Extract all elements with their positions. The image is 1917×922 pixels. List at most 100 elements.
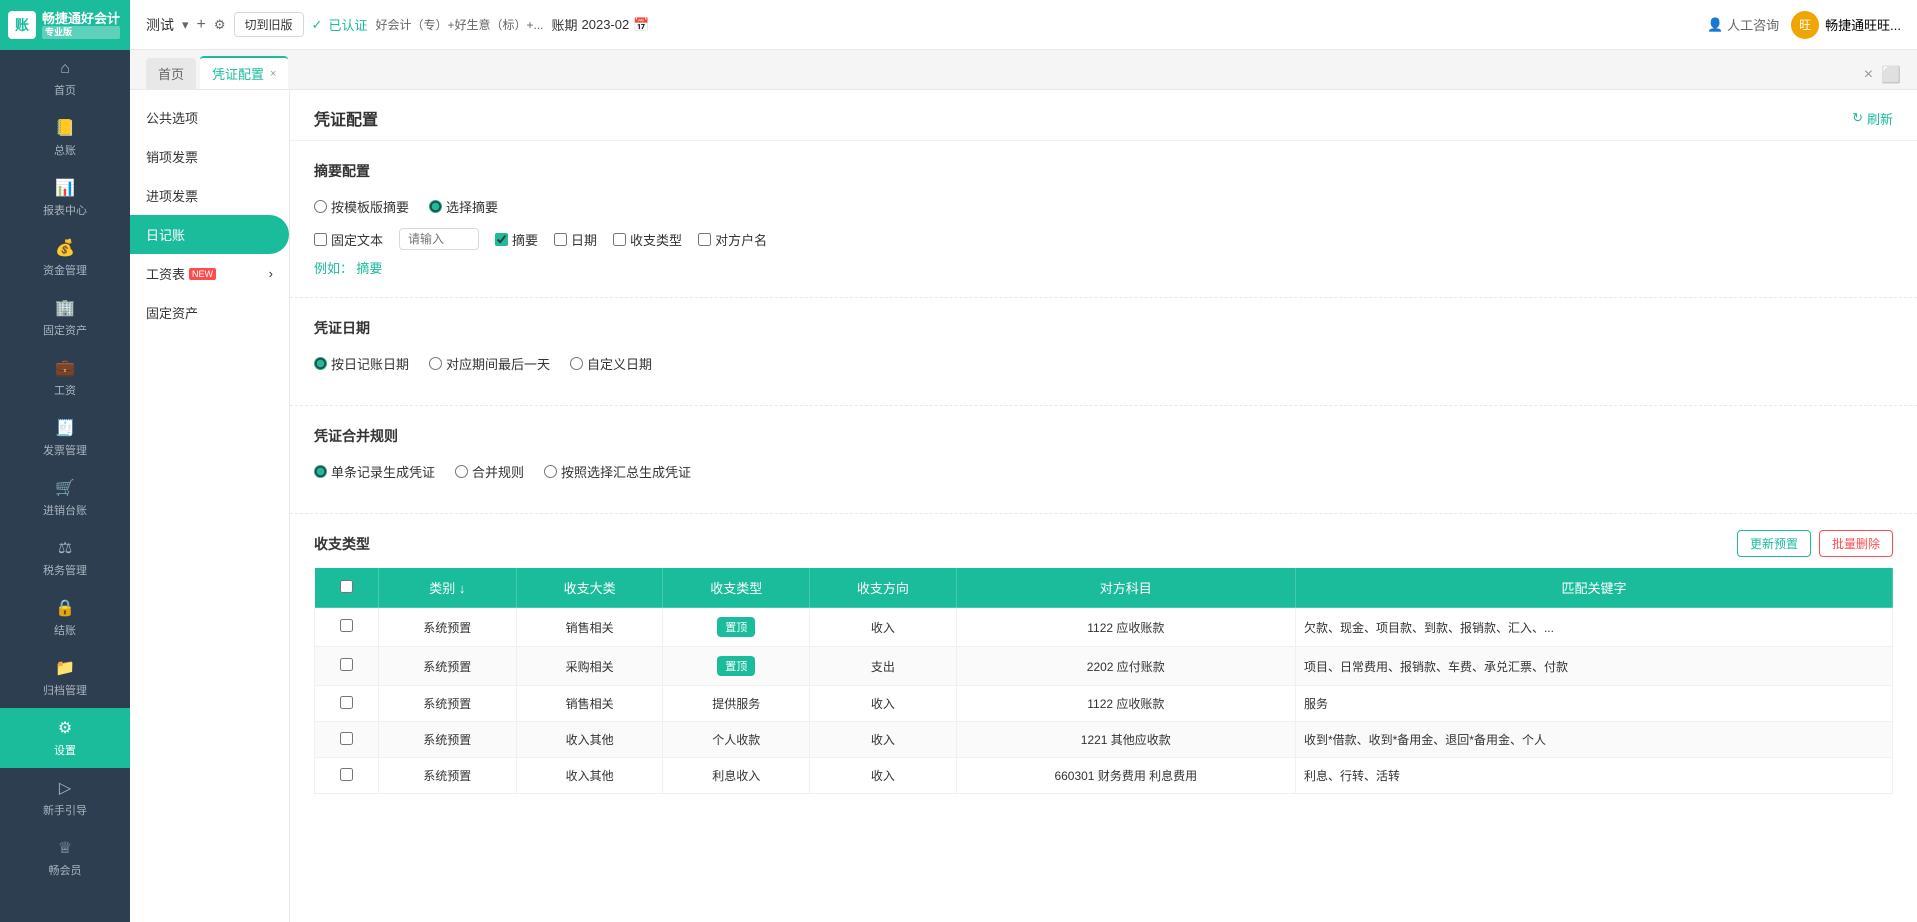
- col-checkbox: [315, 568, 379, 608]
- sidebar-item-salary[interactable]: 💼 工资: [0, 348, 130, 408]
- sidebar-item-invoices[interactable]: 🧾 发票管理: [0, 408, 130, 468]
- help-button[interactable]: 👤 人工咨询: [1707, 15, 1779, 34]
- summary-radio-group: 按模板版摘要 选择摘要: [314, 197, 1893, 216]
- row-checkbox-1[interactable]: [315, 647, 379, 686]
- tab-voucher-config[interactable]: 凭证配置 ×: [200, 56, 288, 89]
- table-row: 系统预置 收入其他 利息收入 收入 660301 财务费用 利息费用 利息、行转…: [315, 758, 1893, 794]
- counterpart-checkbox[interactable]: 对方户名: [698, 230, 767, 249]
- date-radio-custom[interactable]: 自定义日期: [570, 354, 652, 373]
- row-checkbox-4[interactable]: [315, 758, 379, 794]
- add-button[interactable]: +: [197, 16, 206, 34]
- content-area: 凭证配置 ↻ 刷新 摘要配置 按模板版摘要 选择摘要: [290, 90, 1917, 922]
- row-main-type-3: 收入其他: [516, 722, 663, 758]
- new-badge: NEW: [189, 268, 216, 280]
- sidebar-item-assets[interactable]: 🏢 固定资产: [0, 288, 130, 348]
- tax-icon: ⚖: [58, 538, 72, 558]
- ledger-icon: 📒: [55, 118, 75, 138]
- inner-sidebar-item-fixed-assets[interactable]: 固定资产: [130, 293, 289, 332]
- workspace-dropdown[interactable]: ▾: [182, 17, 189, 33]
- workspace-name: 测试: [146, 15, 174, 35]
- sidebar-item-ledger[interactable]: 📒 总账: [0, 108, 130, 168]
- sidebar-item-settings[interactable]: ⚙ 设置: [0, 708, 130, 768]
- calendar-icon[interactable]: 📅: [633, 17, 649, 33]
- update-preset-button[interactable]: 更新预置: [1737, 530, 1811, 557]
- col-account: 对方科目: [956, 568, 1295, 608]
- fixed-text-checkbox[interactable]: 固定文本: [314, 230, 383, 249]
- inner-sidebar: 公共选项 销项发票 进项发票 日记账 工资表 NEW › 固定资产: [130, 90, 290, 922]
- summary-checkbox[interactable]: 摘要: [495, 230, 538, 249]
- row-direction-4: 收入: [810, 758, 957, 794]
- inner-sidebar-item-sales-invoice[interactable]: 销项发票: [130, 137, 289, 176]
- salary-icon: 💼: [55, 358, 75, 378]
- purchase-icon: 🛒: [55, 478, 75, 498]
- row-category-2: 系统预置: [378, 686, 516, 722]
- sidebar-item-archive[interactable]: 📁 归档管理: [0, 648, 130, 708]
- row-account-2: 1122 应收账款: [956, 686, 1295, 722]
- table-row: 系统预置 收入其他 个人收款 收入 1221 其他应收款 收到*借款、收到*备用…: [315, 722, 1893, 758]
- row-sub-type-0: 置顶: [663, 608, 810, 647]
- sidebar-item-funds[interactable]: 💰 资金管理: [0, 228, 130, 288]
- sidebar-item-tax[interactable]: ⚖ 税务管理: [0, 528, 130, 588]
- window-maximize-button[interactable]: ⬜: [1881, 65, 1901, 85]
- row-category-0: 系统预置: [378, 608, 516, 647]
- batch-delete-button[interactable]: 批量删除: [1819, 530, 1893, 557]
- refresh-button[interactable]: ↻ 刷新: [1852, 109, 1893, 128]
- summary-checkbox-row: 固定文本 摘要 日期 收支类型: [314, 228, 1893, 250]
- voucher-merge-section: 凭证合并规则 单条记录生成凭证 合并规则 按照选择汇总生成凭证: [290, 406, 1917, 514]
- refresh-icon: ↻: [1852, 110, 1863, 126]
- period-info: 账期 2023-02 📅: [552, 15, 650, 34]
- row-sub-type-3: 个人收款: [663, 722, 810, 758]
- invoices-icon: 🧾: [55, 418, 75, 438]
- income-expense-section: 收支类型 更新预置 批量删除 类别 ↓: [290, 514, 1917, 810]
- row-keywords-1: 项目、日常费用、报销款、车费、承兑汇票、付款: [1295, 647, 1892, 686]
- voucher-merge-radio-group: 单条记录生成凭证 合并规则 按照选择汇总生成凭证: [314, 462, 1893, 481]
- row-account-4: 660301 财务费用 利息费用: [956, 758, 1295, 794]
- row-account-1: 2202 应付账款: [956, 647, 1295, 686]
- sidebar-item-guide[interactable]: ▷ 新手引导: [0, 768, 130, 828]
- sidebar-item-reports[interactable]: 📊 报表中心: [0, 168, 130, 228]
- tab-home[interactable]: 首页: [146, 58, 196, 89]
- status-indicator: ✓ 已认证: [312, 15, 368, 34]
- tab-close-icon[interactable]: ×: [270, 68, 276, 80]
- sidebar-item-member[interactable]: ♕ 畅会员: [0, 828, 130, 888]
- user-menu[interactable]: 旺 畅捷通旺旺...: [1791, 11, 1901, 39]
- inner-sidebar-item-journal[interactable]: 日记账: [130, 215, 289, 254]
- row-keywords-2: 服务: [1295, 686, 1892, 722]
- row-checkbox-0[interactable]: [315, 608, 379, 647]
- pin-tag[interactable]: 置顶: [717, 617, 755, 637]
- reports-icon: 📊: [55, 178, 75, 198]
- select-all-checkbox[interactable]: [340, 580, 353, 593]
- row-checkbox-2[interactable]: [315, 686, 379, 722]
- inner-sidebar-item-public[interactable]: 公共选项: [130, 98, 289, 137]
- pin-tag[interactable]: 置顶: [717, 656, 755, 676]
- merge-radio-single[interactable]: 单条记录生成凭证: [314, 462, 435, 481]
- period-value: 2023-02: [582, 17, 630, 32]
- topbar-settings-icon[interactable]: ⚙: [214, 17, 226, 33]
- sidebar-item-home[interactable]: ⌂ 首页: [0, 50, 130, 108]
- status-text: 已认证: [328, 15, 367, 34]
- date-radio-journal[interactable]: 按日记账日期: [314, 354, 409, 373]
- window-close-button[interactable]: ×: [1864, 65, 1873, 85]
- assets-icon: 🏢: [55, 298, 75, 318]
- date-radio-period-last[interactable]: 对应期间最后一天: [429, 354, 550, 373]
- inner-sidebar-item-salary-table[interactable]: 工资表 NEW ›: [130, 254, 289, 293]
- row-sub-type-2: 提供服务: [663, 686, 810, 722]
- funds-icon: 💰: [55, 238, 75, 258]
- row-main-type-1: 采购相关: [516, 647, 663, 686]
- merge-radio-merge[interactable]: 合并规则: [455, 462, 524, 481]
- inner-sidebar-item-purchase-invoice[interactable]: 进项发票: [130, 176, 289, 215]
- old-version-button[interactable]: 切到旧版: [234, 12, 304, 37]
- merge-radio-summary[interactable]: 按照选择汇总生成凭证: [544, 462, 691, 481]
- date-checkbox[interactable]: 日期: [554, 230, 597, 249]
- fixed-text-input[interactable]: [399, 228, 479, 250]
- type-checkbox[interactable]: 收支类型: [613, 230, 682, 249]
- tab-home-label: 首页: [158, 64, 184, 83]
- row-checkbox-3[interactable]: [315, 722, 379, 758]
- sidebar-item-close[interactable]: 🔒 结账: [0, 588, 130, 648]
- row-main-type-0: 销售相关: [516, 608, 663, 647]
- period-label: 账期: [552, 15, 578, 34]
- summary-radio-select[interactable]: 选择摘要: [429, 197, 498, 216]
- col-main-type: 收支大类: [516, 568, 663, 608]
- summary-radio-template[interactable]: 按模板版摘要: [314, 197, 409, 216]
- sidebar-item-purchase[interactable]: 🛒 进销台账: [0, 468, 130, 528]
